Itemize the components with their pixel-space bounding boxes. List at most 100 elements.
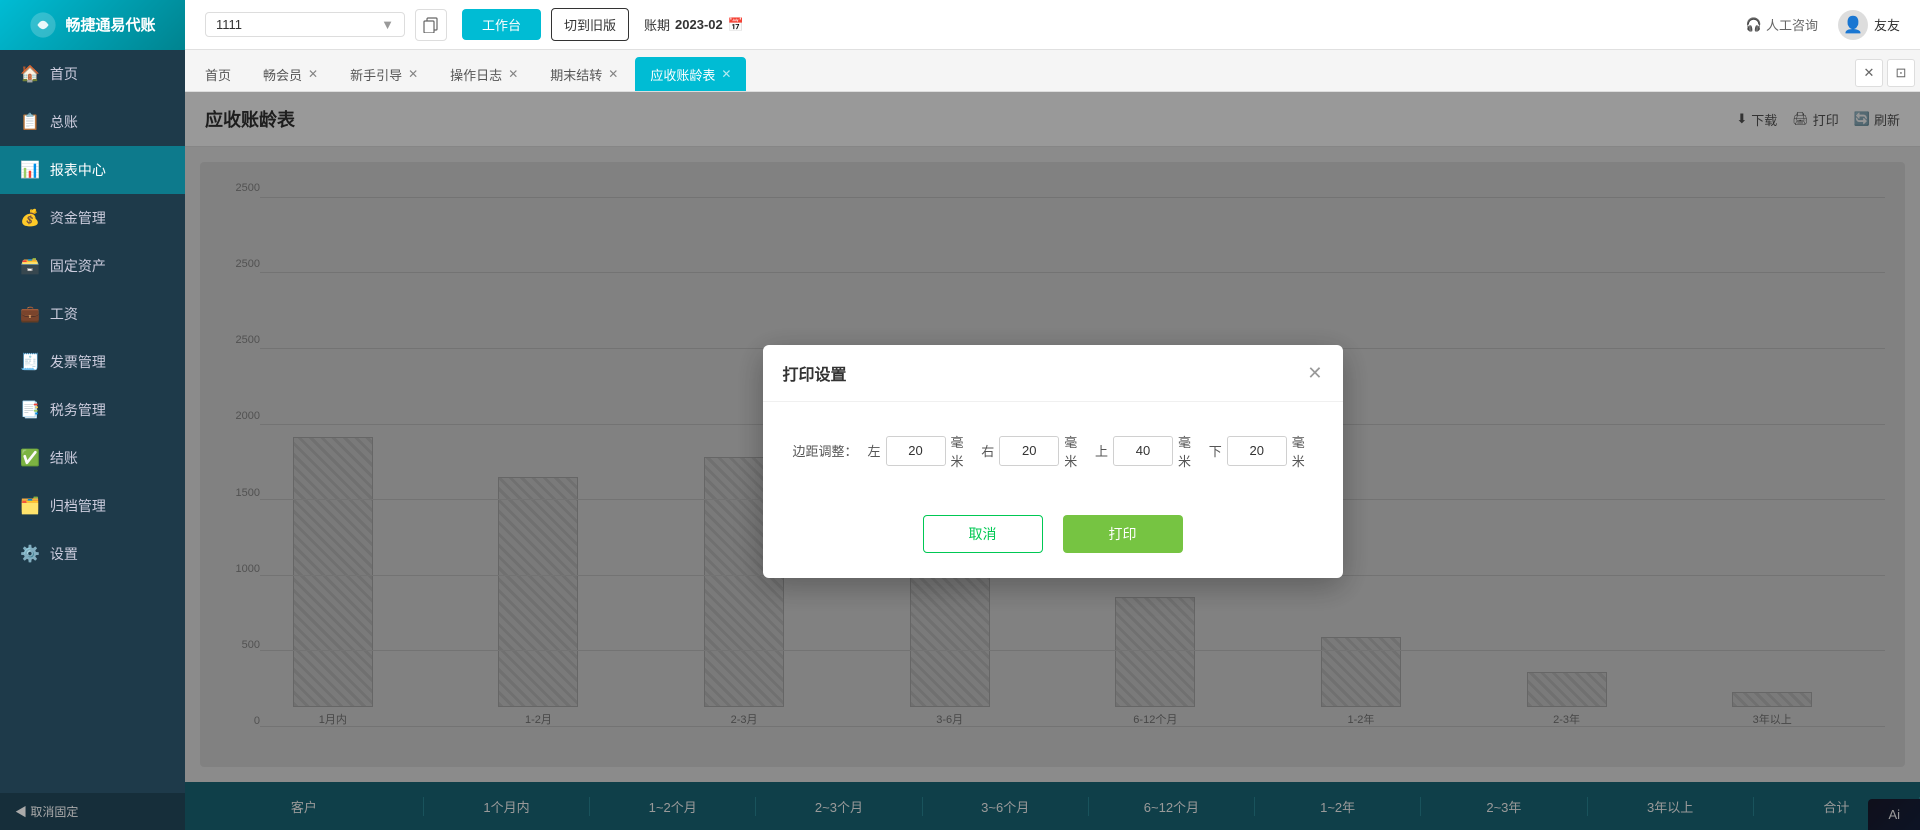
tab-period-close[interactable]: 期末结转 ✕ [535, 57, 633, 91]
tab-aging-close[interactable]: ✕ [721, 67, 731, 81]
top-label: 上 [1095, 441, 1108, 460]
sidebar-item-label: 发票管理 [50, 352, 106, 372]
avatar: 👤 [1838, 10, 1868, 40]
dialog-overlay: 打印设置 ✕ 边距调整： 左 毫米 右 [185, 92, 1920, 830]
print-confirm-button[interactable]: 打印 [1063, 515, 1183, 553]
payroll-icon: 💼 [20, 304, 40, 324]
company-dropdown-icon: ▼ [381, 17, 394, 32]
user-area[interactable]: 👤 友友 [1838, 10, 1900, 40]
bottom-margin-input[interactable] [1227, 436, 1287, 466]
sidebar-item-label: 结账 [50, 448, 78, 468]
dialog-close-button[interactable]: ✕ [1307, 364, 1322, 382]
sidebar-item-assets[interactable]: 🗃️ 固定资产 [0, 242, 185, 290]
period-value: 2023-02 [675, 17, 723, 32]
print-settings-dialog: 打印设置 ✕ 边距调整： 左 毫米 右 [763, 345, 1343, 578]
tab-expand-button[interactable]: ⊡ [1887, 59, 1915, 87]
unpin-label: ◀ 取消固定 [15, 803, 78, 820]
sidebar-item-label: 税务管理 [50, 400, 106, 420]
left-label: 左 [868, 441, 881, 460]
calendar-icon[interactable]: 📅 [728, 17, 744, 33]
right-margin-input[interactable] [999, 436, 1059, 466]
sidebar-item-label: 固定资产 [50, 256, 106, 276]
sidebar-item-home[interactable]: 🏠 首页 [0, 50, 185, 98]
company-selector[interactable]: 1111 ▼ [205, 12, 405, 37]
dialog-footer: 取消 打印 [763, 500, 1343, 578]
sidebar-item-archive[interactable]: 🗂️ 归档管理 [0, 482, 185, 530]
tab-log[interactable]: 操作日志 ✕ [435, 57, 533, 91]
tab-actions: ✕ ⊡ [1851, 59, 1915, 91]
sidebar-unpin-button[interactable]: ◀ 取消固定 [0, 793, 185, 830]
tab-aging[interactable]: 应收账龄表 ✕ [635, 57, 746, 91]
left-margin-input[interactable] [886, 436, 946, 466]
sidebar-item-closing[interactable]: ✅ 结账 [0, 434, 185, 482]
tab-aging-label: 应收账龄表 [650, 65, 715, 84]
left-margin-group: 左 毫米 [868, 432, 972, 470]
tab-guide-close[interactable]: ✕ [408, 67, 418, 81]
tab-period-close-label: 期末结转 [550, 65, 602, 84]
logo-icon [29, 11, 57, 39]
sidebar-item-label: 工资 [50, 304, 78, 324]
top-margin-group: 上 毫米 [1095, 432, 1199, 470]
top-unit: 毫米 [1178, 432, 1199, 470]
page-content: 应收账龄表 ⬇ 下载 🖨 打印 🔄 刷新 [185, 92, 1920, 830]
sidebar-item-invoices[interactable]: 🧾 发票管理 [0, 338, 185, 386]
sidebar-scroll: 🏠 首页 📋 总账 📊 报表中心 💰 资金管理 🗃️ 固定资产 💼 工资 [0, 50, 185, 793]
sidebar-item-label: 总账 [50, 112, 78, 132]
tab-guide[interactable]: 新手引导 ✕ [335, 57, 433, 91]
bottom-unit: 毫米 [1292, 432, 1313, 470]
bottom-margin-group: 下 毫米 [1209, 432, 1313, 470]
top-bar: 畅捷通易代账 1111 ▼ 工作台 切到旧版 账期 2023-02 📅 🎧 人工… [0, 0, 1920, 50]
settings-icon: ⚙️ [20, 544, 40, 564]
tab-close-all-button[interactable]: ✕ [1855, 59, 1883, 87]
reports-icon: 📊 [20, 160, 40, 180]
right-label: 右 [981, 441, 994, 460]
dialog-header: 打印设置 ✕ [763, 345, 1343, 402]
headset-icon: 🎧 [1746, 17, 1762, 33]
switch-old-button[interactable]: 切到旧版 [551, 8, 629, 41]
workbench-button[interactable]: 工作台 [462, 9, 541, 40]
sidebar-item-settings[interactable]: ⚙️ 设置 [0, 530, 185, 578]
dialog-body: 边距调整： 左 毫米 右 毫米 [763, 402, 1343, 500]
top-right: 🎧 人工咨询 👤 友友 [1746, 10, 1920, 40]
tax-icon: 📑 [20, 400, 40, 420]
funds-icon: 💰 [20, 208, 40, 228]
tab-bar: 首页 畅会员 ✕ 新手引导 ✕ 操作日志 ✕ 期末结转 ✕ 应收账龄表 ✕ [185, 50, 1920, 92]
sidebar-item-payroll[interactable]: 💼 工资 [0, 290, 185, 338]
tab-member-close[interactable]: ✕ [308, 67, 318, 81]
archive-icon: 🗂️ [20, 496, 40, 516]
support-label: 人工咨询 [1766, 15, 1818, 34]
sidebar-item-reports[interactable]: 📊 报表中心 [0, 146, 185, 194]
sidebar-item-funds[interactable]: 💰 资金管理 [0, 194, 185, 242]
support-button[interactable]: 🎧 人工咨询 [1746, 15, 1818, 34]
sidebar-item-tax[interactable]: 📑 税务管理 [0, 386, 185, 434]
tab-member[interactable]: 畅会员 ✕ [248, 57, 333, 91]
content-area: 首页 畅会员 ✕ 新手引导 ✕ 操作日志 ✕ 期末结转 ✕ 应收账龄表 ✕ [185, 50, 1920, 830]
user-name: 友友 [1874, 15, 1900, 34]
tab-guide-label: 新手引导 [350, 65, 402, 84]
tab-log-label: 操作日志 [450, 65, 502, 84]
tab-log-close[interactable]: ✕ [508, 67, 518, 81]
dialog-title: 打印设置 [783, 361, 847, 385]
closing-icon: ✅ [20, 448, 40, 468]
company-name: 1111 [216, 17, 373, 32]
sidebar-item-label: 归档管理 [50, 496, 106, 516]
sidebar-item-ledger[interactable]: 📋 总账 [0, 98, 185, 146]
tab-home[interactable]: 首页 [190, 57, 246, 91]
tab-home-label: 首页 [205, 65, 231, 84]
period-label: 账期 [644, 15, 670, 34]
copy-button[interactable] [415, 9, 447, 41]
assets-icon: 🗃️ [20, 256, 40, 276]
top-margin-input[interactable] [1113, 436, 1173, 466]
period-area: 账期 2023-02 📅 [644, 15, 744, 34]
sidebar-item-label: 报表中心 [50, 160, 106, 180]
logo: 畅捷通易代账 [0, 0, 185, 50]
sidebar-item-label: 设置 [50, 544, 78, 564]
margin-label: 边距调整： [793, 441, 858, 460]
app-name: 畅捷通易代账 [65, 14, 155, 35]
right-unit: 毫米 [1064, 432, 1085, 470]
invoices-icon: 🧾 [20, 352, 40, 372]
margin-row: 边距调整： 左 毫米 右 毫米 [793, 432, 1313, 470]
sidebar-item-label: 首页 [50, 64, 78, 84]
cancel-button[interactable]: 取消 [923, 515, 1043, 553]
tab-period-close-btn[interactable]: ✕ [608, 67, 618, 81]
